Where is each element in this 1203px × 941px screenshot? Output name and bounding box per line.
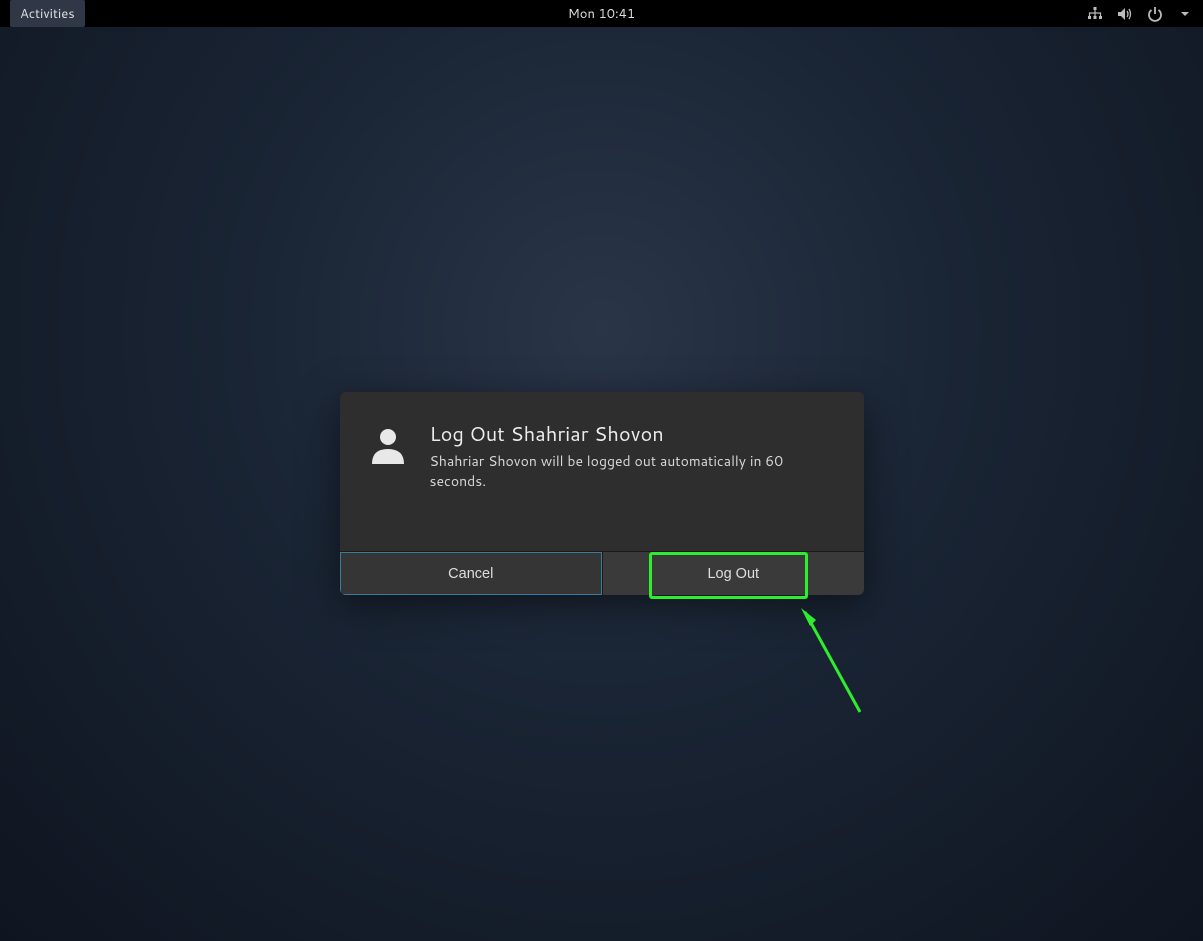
cancel-button[interactable]: Cancel bbox=[340, 552, 603, 595]
user-icon bbox=[368, 424, 408, 464]
logout-dialog: Log Out Shahriar Shovon Shahriar Shovon … bbox=[340, 392, 864, 595]
annotation-arrow bbox=[800, 607, 880, 733]
power-icon bbox=[1147, 6, 1163, 22]
chevron-down-icon bbox=[1177, 6, 1193, 22]
dialog-content: Log Out Shahriar Shovon Shahriar Shovon … bbox=[430, 420, 836, 491]
system-menu[interactable] bbox=[1087, 6, 1193, 22]
topbar-clock[interactable]: Mon 10:41 bbox=[568, 5, 635, 23]
dialog-body: Log Out Shahriar Shovon Shahriar Shovon … bbox=[340, 392, 864, 551]
dialog-title: Log Out Shahriar Shovon bbox=[430, 420, 836, 448]
topbar-left: Activities bbox=[10, 0, 85, 27]
activities-button[interactable]: Activities bbox=[10, 0, 85, 27]
dialog-buttons: Cancel Log Out bbox=[340, 551, 864, 595]
volume-icon bbox=[1117, 6, 1133, 22]
desktop: Log Out Shahriar Shovon Shahriar Shovon … bbox=[0, 27, 1203, 941]
topbar: Activities Mon 10:41 bbox=[0, 0, 1203, 27]
logout-button[interactable]: Log Out bbox=[602, 552, 864, 595]
dialog-message: Shahriar Shovon will be logged out autom… bbox=[430, 452, 836, 491]
network-icon bbox=[1087, 6, 1103, 22]
